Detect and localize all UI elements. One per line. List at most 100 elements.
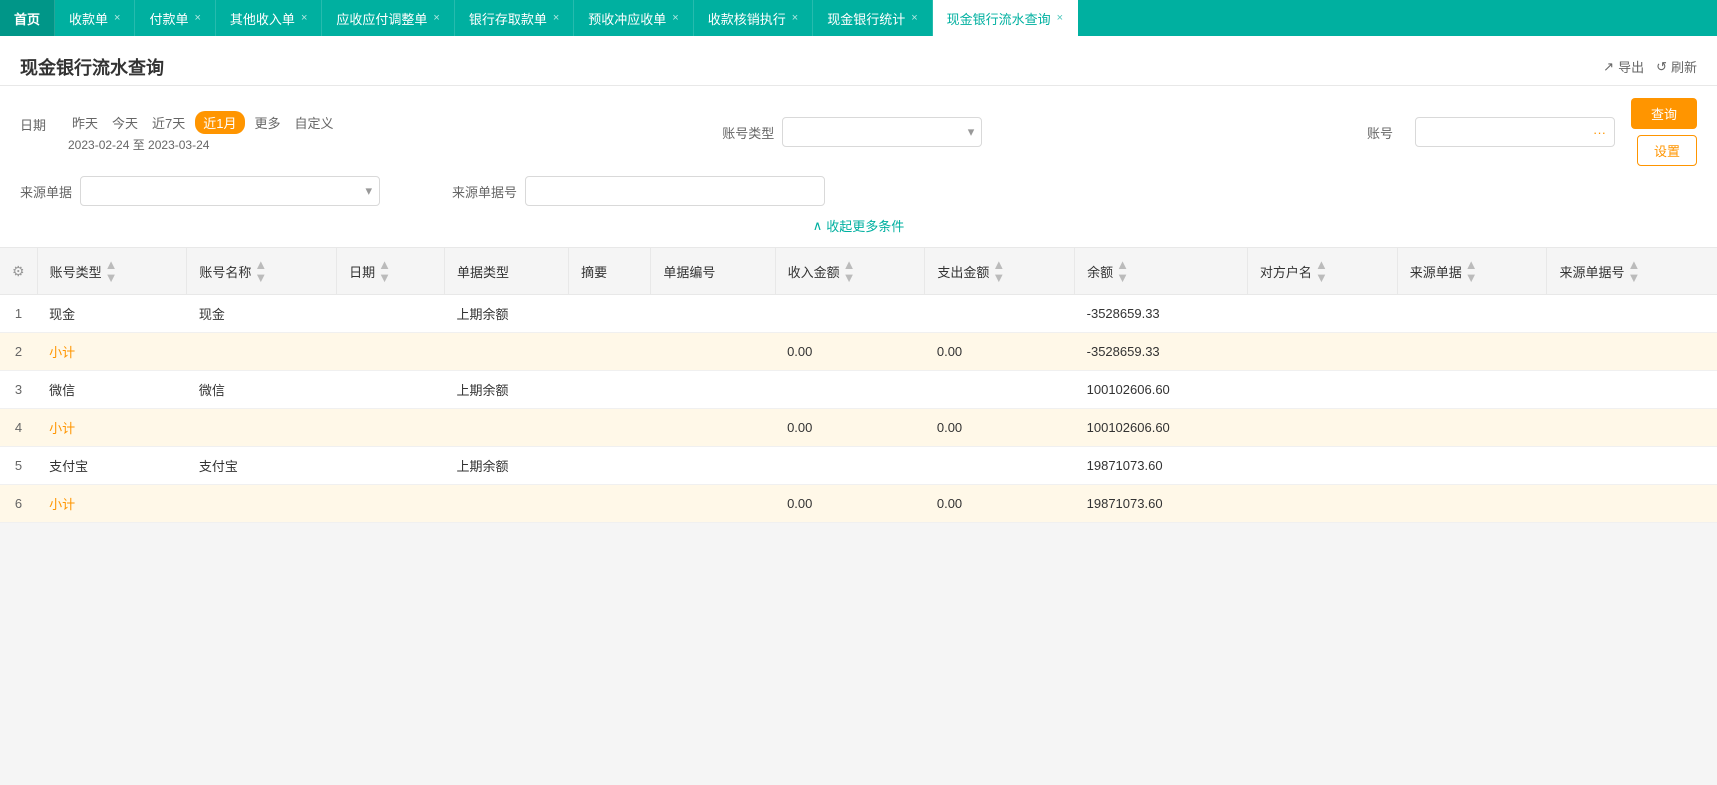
shortcut-7days[interactable]: 近7天 — [148, 111, 189, 134]
row-doc-type: 上期余额 — [444, 295, 568, 333]
top-nav: 首页 收款单 × 付款单 × 其他收入单 × 应收应付调整单 × 银行存取款单 … — [0, 0, 1717, 36]
row-counterpart — [1247, 409, 1397, 447]
sort-icon: ▲▼ — [992, 258, 1005, 284]
close-icon[interactable]: × — [792, 12, 798, 24]
export-button[interactable]: ↗ 导出 — [1603, 57, 1644, 76]
row-balance: 100102606.60 — [1075, 371, 1248, 409]
close-icon[interactable]: × — [114, 12, 120, 24]
date-shortcuts: 昨天 今天 近7天 近1月 更多 自定义 — [68, 111, 338, 134]
filter-area: 日期 昨天 今天 近7天 近1月 更多 自定义 2023-02-24 至 202… — [0, 86, 1717, 248]
row-number: 1 — [0, 295, 37, 333]
close-icon[interactable]: × — [301, 12, 307, 24]
close-icon[interactable]: × — [911, 12, 917, 24]
source-doc-no-label: 来源单据号 — [452, 182, 517, 201]
nav-item-payment[interactable]: 付款单 × — [135, 0, 215, 36]
th-doc-type-label: 单据类型 — [457, 265, 509, 280]
close-icon[interactable]: × — [1057, 12, 1063, 24]
shortcut-yesterday[interactable]: 昨天 — [68, 111, 102, 134]
refresh-button[interactable]: ↺ 刷新 — [1656, 57, 1697, 76]
row-account-type: 小计 — [37, 333, 187, 371]
nav-item-cash-bank-flow[interactable]: 现金银行流水查询 × — [933, 0, 1078, 36]
table-header-row: ⚙ 账号类型 ▲▼ 账号名称 ▲▼ 日期 — [0, 248, 1717, 295]
export-icon: ↗ — [1603, 59, 1614, 75]
th-counterpart: 对方户名 ▲▼ — [1247, 248, 1397, 295]
nav-item-bank-deposit[interactable]: 银行存取款单 × — [455, 0, 574, 36]
nav-item-receipt-verify[interactable]: 收款核销执行 × — [694, 0, 813, 36]
row-doc-no — [651, 333, 775, 371]
row-summary — [569, 371, 651, 409]
nav-item-other-income[interactable]: 其他收入单 × — [216, 0, 322, 36]
th-expense-label: 支出金额 — [937, 262, 989, 281]
row-summary — [569, 295, 651, 333]
query-button[interactable]: 查询 — [1631, 98, 1697, 129]
row-account-type: 小计 — [37, 409, 187, 447]
row-date — [337, 333, 445, 371]
row-summary — [569, 333, 651, 371]
account-no-dots-button[interactable]: ··· — [1593, 125, 1606, 140]
row-income: 0.00 — [775, 485, 925, 523]
nav-label: 预收冲应收单 — [588, 9, 666, 28]
nav-label: 现金银行统计 — [827, 9, 905, 28]
row-balance: 100102606.60 — [1075, 409, 1248, 447]
close-icon[interactable]: × — [672, 12, 678, 24]
sort-icon: ▲▼ — [1315, 258, 1328, 284]
nav-label: 收款核销执行 — [708, 9, 786, 28]
row-date — [337, 485, 445, 523]
header-actions: ↗ 导出 ↺ 刷新 — [1603, 57, 1697, 76]
account-no-field: 账号 ··· — [1367, 117, 1615, 147]
shortcut-1month[interactable]: 近1月 — [195, 111, 244, 134]
nav-item-home[interactable]: 首页 — [0, 0, 55, 36]
account-type-label: 账号类型 — [722, 123, 774, 142]
row-date — [337, 447, 445, 485]
date-shortcuts-container: 昨天 今天 近7天 近1月 更多 自定义 2023-02-24 至 2023-0… — [68, 111, 338, 153]
nav-label: 现金银行流水查询 — [947, 9, 1051, 28]
source-doc-no-field: 来源单据号 — [452, 176, 825, 206]
filter-row-2: 来源单据 ▾ 来源单据号 — [20, 176, 1697, 206]
source-doc-select[interactable] — [80, 176, 380, 206]
row-summary — [569, 447, 651, 485]
column-settings-icon[interactable]: ⚙ — [12, 263, 25, 279]
source-doc-no-input[interactable] — [525, 176, 825, 206]
shortcut-today[interactable]: 今天 — [108, 111, 142, 134]
table-head: ⚙ 账号类型 ▲▼ 账号名称 ▲▼ 日期 — [0, 248, 1717, 295]
th-source-doc-no-label: 来源单据号 — [1559, 262, 1624, 281]
sort-icon: ▲▼ — [1465, 258, 1478, 284]
row-income — [775, 447, 925, 485]
source-doc-field: 来源单据 ▾ — [20, 176, 380, 206]
row-balance: -3528659.33 — [1075, 333, 1248, 371]
close-icon[interactable]: × — [433, 12, 439, 24]
row-account-type: 支付宝 — [37, 447, 187, 485]
source-doc-select-wrapper: ▾ — [80, 176, 380, 206]
th-income: 收入金额 ▲▼ — [775, 248, 925, 295]
nav-item-ar-ap-adjust[interactable]: 应收应付调整单 × — [322, 0, 454, 36]
row-doc-type: 上期余额 — [444, 447, 568, 485]
account-type-select[interactable] — [782, 117, 982, 147]
shortcut-custom[interactable]: 自定义 — [291, 111, 338, 134]
row-account-name: 支付宝 — [187, 447, 337, 485]
row-source-doc-no — [1547, 333, 1717, 371]
row-account-name — [187, 409, 337, 447]
row-number: 4 — [0, 409, 37, 447]
row-source-doc — [1397, 447, 1547, 485]
row-counterpart — [1247, 333, 1397, 371]
table-body: 1现金现金上期余额-3528659.332小计0.000.00-3528659.… — [0, 295, 1717, 523]
row-account-name: 微信 — [187, 371, 337, 409]
nav-item-cash-bank-stat[interactable]: 现金银行统计 × — [813, 0, 932, 36]
nav-item-advance-receipt[interactable]: 预收冲应收单 × — [574, 0, 693, 36]
row-doc-type: 上期余额 — [444, 371, 568, 409]
collapse-bar[interactable]: ∧ 收起更多条件 — [20, 216, 1697, 235]
row-income — [775, 295, 925, 333]
row-source-doc — [1397, 333, 1547, 371]
row-number: 2 — [0, 333, 37, 371]
settings-button[interactable]: 设置 — [1637, 135, 1697, 166]
row-date — [337, 371, 445, 409]
close-icon[interactable]: × — [194, 12, 200, 24]
flow-table: ⚙ 账号类型 ▲▼ 账号名称 ▲▼ 日期 — [0, 248, 1717, 523]
close-icon[interactable]: × — [553, 12, 559, 24]
nav-item-receipt[interactable]: 收款单 × — [55, 0, 135, 36]
th-date: 日期 ▲▼ — [337, 248, 445, 295]
shortcut-more[interactable]: 更多 — [251, 111, 285, 134]
th-balance: 余额 ▲▼ — [1075, 248, 1248, 295]
source-doc-label: 来源单据 — [20, 182, 72, 201]
collapse-label: 收起更多条件 — [826, 216, 904, 235]
